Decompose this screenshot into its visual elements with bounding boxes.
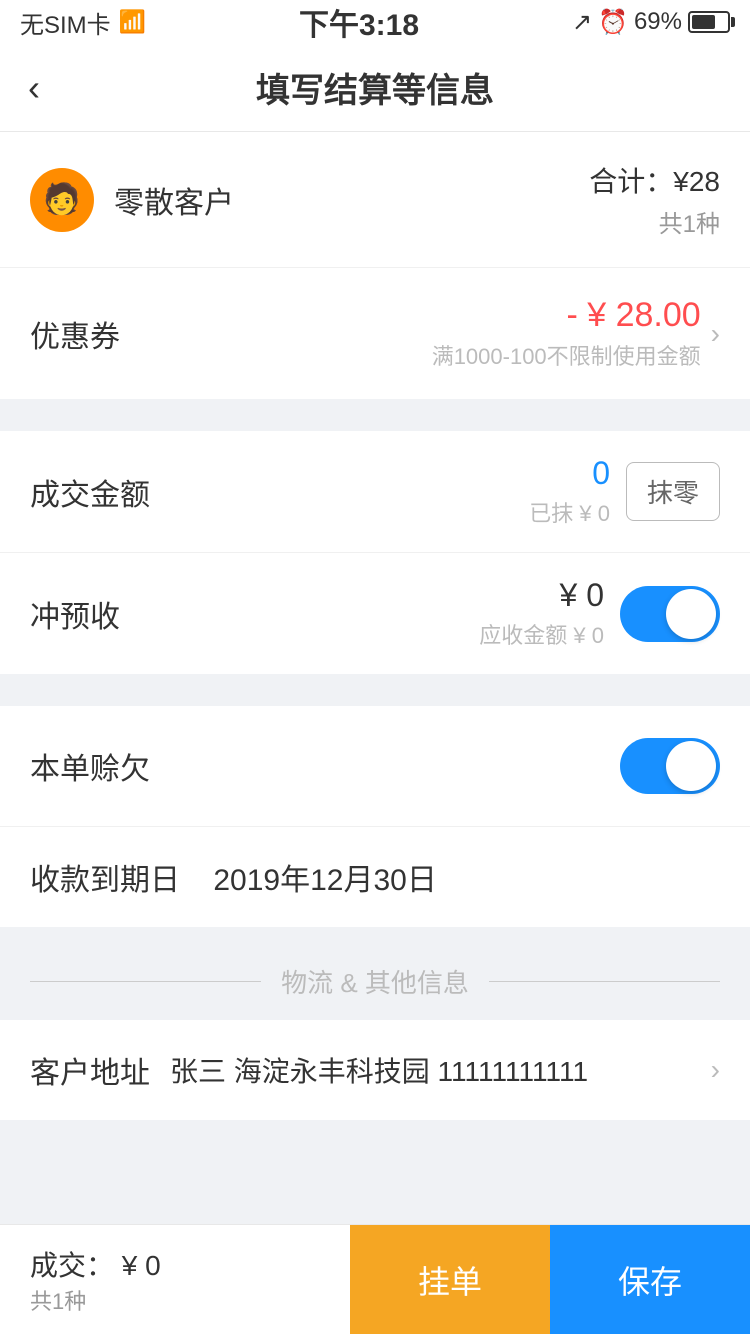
address-section: 客户地址 张三 海淀永丰科技园 11111111111 › (0, 1020, 750, 1120)
bottom-bar: 成交： ¥ 0 共1种 挂单 保存 (0, 1224, 750, 1334)
due-date-row: 收款到期日 2019年12月30日 (0, 826, 750, 927)
transaction-amount: 0 (529, 455, 610, 492)
hang-button[interactable]: 挂单 (350, 1225, 550, 1334)
battery-icon (688, 11, 730, 33)
prepay-right: ¥ 0 应收金额 ¥ 0 (479, 577, 720, 650)
customer-section: 🧑 零散客户 合计：¥28 共1种 优惠券 - ¥ 28.00 满1000-10… (0, 132, 750, 399)
prepay-label: 冲预收 (30, 592, 120, 636)
nav-bar: ‹ 填写结算等信息 (0, 44, 750, 132)
total-price: 合计：¥28 (589, 160, 720, 200)
round-zero-button[interactable]: 抹零 (626, 462, 720, 521)
status-right: ↗ ⏰ 69% (572, 8, 730, 37)
logistics-divider: 物流 & 其他信息 (0, 943, 750, 1020)
avatar-icon: 🧑 (43, 182, 80, 217)
divider-1 (0, 415, 750, 431)
debit-section: 本单赊欠 收款到期日 2019年12月30日 (0, 706, 750, 927)
deal-prefix: 成交： (30, 1250, 114, 1281)
prepay-toggle[interactable] (620, 586, 720, 642)
avatar: 🧑 (30, 168, 94, 232)
bottom-summary: 成交： ¥ 0 共1种 (0, 1225, 350, 1334)
location-icon: ↗ (572, 8, 592, 37)
chevron-right-icon: › (711, 318, 720, 350)
transaction-amount-wrap: 0 已抹 ¥ 0 (529, 455, 610, 528)
due-date-content: 收款到期日 2019年12月30日 (30, 864, 437, 897)
status-left: 无SIM卡 📶 (20, 5, 146, 40)
bottom-count: 共1种 (30, 1284, 320, 1316)
coupon-label: 优惠券 (30, 312, 120, 356)
sim-label: 无SIM卡 (20, 5, 111, 40)
coupon-right: - ¥ 28.00 满1000-100不限制使用金额 › (432, 296, 720, 371)
coupon-info: - ¥ 28.00 满1000-100不限制使用金额 (432, 296, 701, 371)
prepay-sub: 应收金额 ¥ 0 (479, 618, 604, 650)
due-date-label: 收款到期日 (30, 864, 180, 897)
battery-percent: 69% (634, 8, 682, 36)
customer-name: 零散客户 (114, 178, 234, 222)
address-label: 客户地址 (30, 1048, 150, 1092)
customer-left: 🧑 零散客户 (30, 168, 234, 232)
address-row[interactable]: 客户地址 张三 海淀永丰科技园 11111111111 › (0, 1020, 750, 1120)
debit-toggle[interactable] (620, 738, 720, 794)
divider-line-right (489, 981, 720, 982)
transaction-row: 成交金额 0 已抹 ¥ 0 抹零 (0, 431, 750, 552)
customer-row: 🧑 零散客户 合计：¥28 共1种 (0, 132, 750, 267)
bottom-deal-row: 成交： ¥ 0 (30, 1244, 320, 1284)
toggle-knob (666, 589, 716, 639)
status-bar: 无SIM卡 📶 下午3:18 ↗ ⏰ 69% (0, 0, 750, 44)
debit-label: 本单赊欠 (30, 744, 150, 788)
coupon-desc: 满1000-100不限制使用金额 (432, 339, 701, 371)
content-area: 🧑 零散客户 合计：¥28 共1种 优惠券 - ¥ 28.00 满1000-10… (0, 132, 750, 1256)
prepay-row: 冲预收 ¥ 0 应收金额 ¥ 0 (0, 552, 750, 674)
transaction-right: 0 已抹 ¥ 0 抹零 (529, 455, 720, 528)
address-value: 张三 海淀永丰科技园 11111111111 (170, 1050, 711, 1090)
divider-line-left (30, 981, 261, 982)
transaction-label: 成交金额 (30, 470, 150, 514)
total-count: 共1种 (589, 204, 720, 239)
debit-row: 本单赊欠 (0, 706, 750, 826)
debit-toggle-knob (666, 741, 716, 791)
transaction-sub: 已抹 ¥ 0 (529, 496, 610, 528)
back-button[interactable]: ‹ (28, 67, 40, 109)
address-chevron-icon: › (711, 1054, 720, 1086)
prepay-amount: ¥ 0 (479, 577, 604, 614)
coupon-amount: - ¥ 28.00 (432, 296, 701, 335)
save-button[interactable]: 保存 (550, 1225, 750, 1334)
prepay-amount-wrap: ¥ 0 应收金额 ¥ 0 (479, 577, 604, 650)
customer-right: 合计：¥28 共1种 (589, 160, 720, 239)
page-title: 填写结算等信息 (256, 63, 494, 112)
status-time: 下午3:18 (299, 0, 419, 44)
logistics-label: 物流 & 其他信息 (281, 963, 469, 1000)
wifi-icon: 📶 (119, 9, 146, 35)
due-date-value: 2019年12月30日 (213, 864, 436, 897)
alarm-icon: ⏰ (598, 8, 628, 37)
transaction-section: 成交金额 0 已抹 ¥ 0 抹零 冲预收 ¥ 0 应收金额 ¥ 0 (0, 431, 750, 674)
coupon-row[interactable]: 优惠券 - ¥ 28.00 满1000-100不限制使用金额 › (0, 267, 750, 399)
deal-amount: ¥ 0 (122, 1250, 161, 1281)
divider-2 (0, 690, 750, 706)
